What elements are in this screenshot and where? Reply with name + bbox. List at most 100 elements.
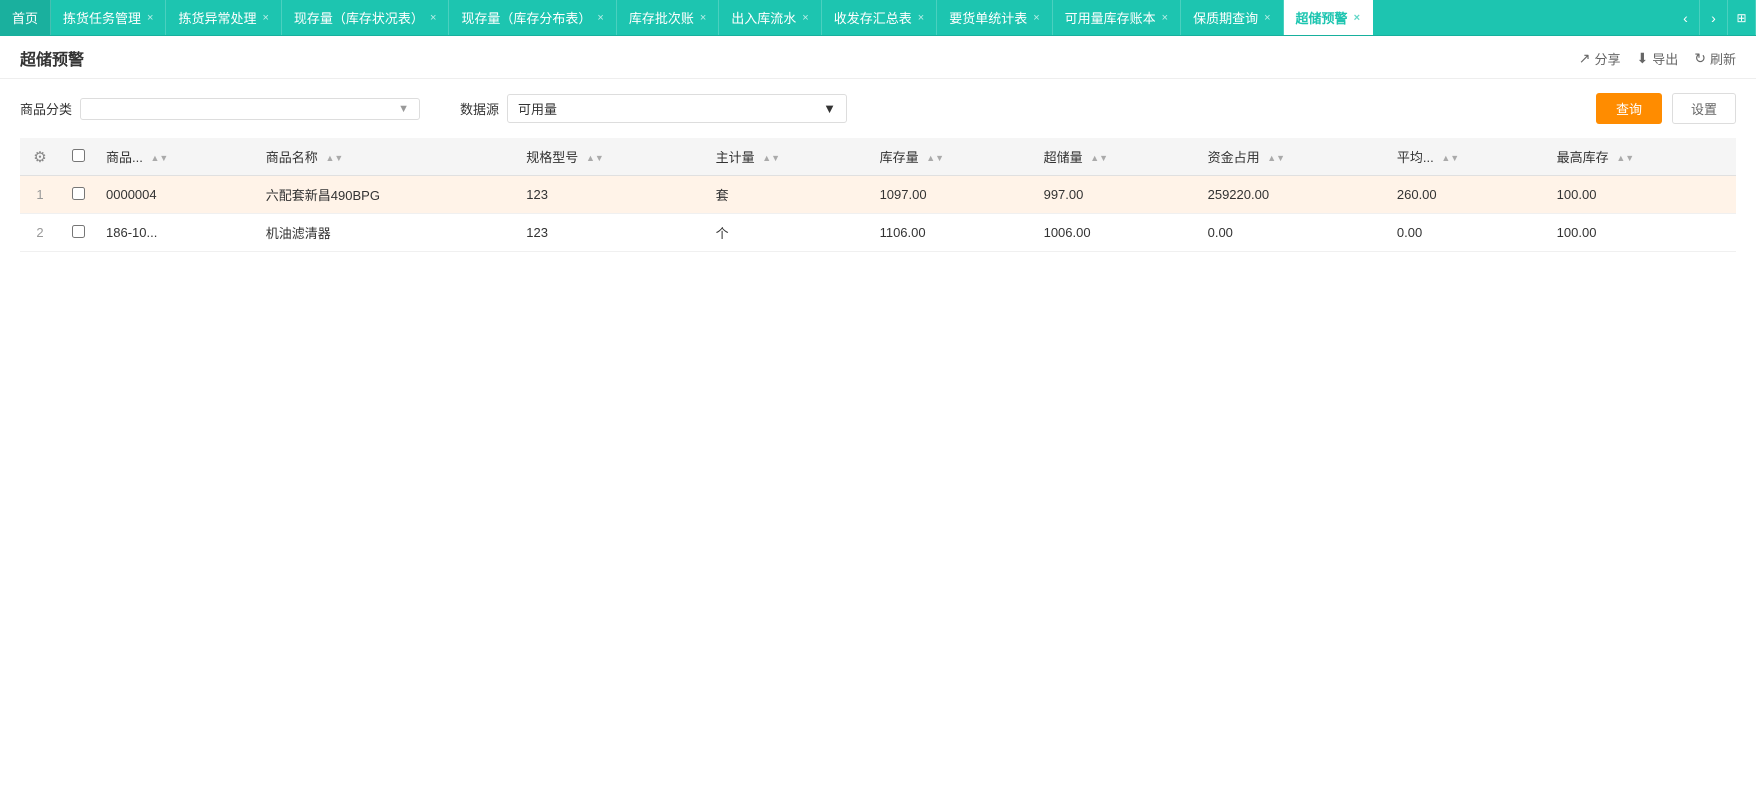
- nav-prev-arrow[interactable]: ‹: [1672, 0, 1700, 35]
- query-button[interactable]: 查询: [1596, 93, 1662, 124]
- row-checkbox: [60, 214, 96, 252]
- product-name-cell: 六配套新昌490BPG: [256, 176, 517, 214]
- refresh-icon: ↻: [1694, 50, 1706, 67]
- col-max-stock-label: 最高库存: [1557, 150, 1609, 165]
- settings-button[interactable]: 设置: [1672, 93, 1736, 124]
- row-number: 1: [20, 176, 60, 214]
- main-table: ⚙ 商品... ▲▼ 商品名称 ▲▼ 规格型号 ▲▼ 主计: [20, 138, 1736, 252]
- row-number: 2: [20, 214, 60, 252]
- nav-item-现存量-库存分布表-[interactable]: 现存量（库存分布表） ×: [449, 0, 616, 35]
- nav-item-拣货异常处理[interactable]: 拣货异常处理×: [166, 0, 281, 35]
- nav-item-close-icon[interactable]: ×: [262, 12, 268, 24]
- nav-item-label: 保质期查询: [1193, 8, 1258, 27]
- filter-area: 商品分类 ▼ 数据源 可用量 ▼ 查询 设置: [0, 79, 1756, 138]
- col-spec-label: 规格型号: [526, 150, 578, 165]
- col-avg-label: 平均...: [1397, 150, 1434, 165]
- select-all-checkbox[interactable]: [72, 149, 85, 162]
- col-capital[interactable]: 资金占用 ▲▼: [1198, 138, 1387, 176]
- nav-item-close-icon[interactable]: ×: [147, 12, 153, 24]
- nav-item-可用量库存账本[interactable]: 可用量库存账本×: [1053, 0, 1181, 35]
- category-select[interactable]: ▼: [80, 98, 420, 120]
- col-stock[interactable]: 库存量 ▲▼: [870, 138, 1034, 176]
- nav-item-保质期查询[interactable]: 保质期查询 ×: [1181, 0, 1283, 35]
- sort-product-name-icon: ▲▼: [325, 154, 343, 163]
- sort-overstock-icon: ▲▼: [1090, 154, 1108, 163]
- table-row: 10000004六配套新昌490BPG123套1097.00997.002592…: [20, 176, 1736, 214]
- nav-next-arrow[interactable]: ›: [1700, 0, 1728, 35]
- sort-avg-icon: ▲▼: [1441, 154, 1459, 163]
- col-spec[interactable]: 规格型号 ▲▼: [516, 138, 705, 176]
- col-overstock[interactable]: 超储量 ▲▼: [1034, 138, 1198, 176]
- nav-item-出入库流水[interactable]: 出入库流水 ×: [719, 0, 821, 35]
- unit-cell: 个: [706, 214, 870, 252]
- table-row: 2186-10...机油滤清器123个1106.001006.000.000.0…: [20, 214, 1736, 252]
- nav-item-close-icon[interactable]: ×: [1264, 12, 1270, 24]
- row-checkbox: [60, 176, 96, 214]
- header-actions: ↗ 分享 ⬇ 导出 ↻ 刷新: [1579, 49, 1736, 68]
- col-avg[interactable]: 平均... ▲▼: [1387, 138, 1547, 176]
- table-container: ⚙ 商品... ▲▼ 商品名称 ▲▼ 规格型号 ▲▼ 主计: [0, 138, 1756, 252]
- share-button[interactable]: ↗ 分享: [1579, 49, 1621, 68]
- avg-cell: 260.00: [1387, 176, 1547, 214]
- row-checkbox-input[interactable]: [72, 187, 85, 200]
- page-header: 超储预警 ↗ 分享 ⬇ 导出 ↻ 刷新: [0, 36, 1756, 79]
- nav-item-label: 拣货任务管理: [63, 8, 141, 27]
- nav-item-label: 收发存汇总表: [834, 8, 912, 27]
- nav-item-label: 首页: [12, 8, 38, 27]
- page-title: 超储预警: [20, 46, 84, 70]
- nav-item-close-icon[interactable]: ×: [700, 12, 706, 24]
- col-product-code[interactable]: 商品... ▲▼: [96, 138, 256, 176]
- top-navigation: 首页拣货任务管理×拣货异常处理×现存量（库存状况表）×现存量（库存分布表）×库存…: [0, 0, 1756, 36]
- nav-item-超储预警[interactable]: 超储预警 ×: [1284, 0, 1373, 35]
- export-icon: ⬇: [1637, 50, 1649, 67]
- spec-cell: 123: [516, 176, 705, 214]
- col-checkbox: [60, 138, 96, 176]
- col-max-stock[interactable]: 最高库存 ▲▼: [1547, 138, 1736, 176]
- col-capital-label: 资金占用: [1208, 150, 1260, 165]
- col-product-name-label: 商品名称: [266, 150, 318, 165]
- product-code-cell: 186-10...: [96, 214, 256, 252]
- spec-cell: 123: [516, 214, 705, 252]
- nav-item-label: 出入库流水: [731, 8, 796, 27]
- unit-cell: 套: [706, 176, 870, 214]
- nav-item-要货单统计表[interactable]: 要货单统计表 ×: [937, 0, 1052, 35]
- nav-item-库存批次账[interactable]: 库存批次账×: [617, 0, 719, 35]
- col-unit[interactable]: 主计量 ▲▼: [706, 138, 870, 176]
- category-select-arrow: ▼: [398, 103, 409, 115]
- nav-item-close-icon[interactable]: ×: [1354, 12, 1360, 24]
- nav-item-label: 超储预警: [1296, 8, 1348, 27]
- nav-item-close-icon[interactable]: ×: [430, 12, 436, 24]
- col-overstock-label: 超储量: [1044, 150, 1083, 165]
- sort-stock-icon: ▲▼: [926, 154, 944, 163]
- nav-item-close-icon[interactable]: ×: [802, 12, 808, 24]
- refresh-button[interactable]: ↻ 刷新: [1694, 49, 1736, 68]
- nav-expand-arrow[interactable]: ⊞: [1728, 0, 1756, 35]
- nav-item-收发存汇总表[interactable]: 收发存汇总表 ×: [822, 0, 937, 35]
- overstock-cell: 1006.00: [1034, 214, 1198, 252]
- nav-item-close-icon[interactable]: ×: [1033, 12, 1039, 24]
- nav-item-close-icon[interactable]: ×: [597, 12, 603, 24]
- row-checkbox-input[interactable]: [72, 225, 85, 238]
- nav-item-拣货任务管理[interactable]: 拣货任务管理 ×: [51, 0, 166, 35]
- stock-cell: 1097.00: [870, 176, 1034, 214]
- max-stock-cell: 100.00: [1547, 214, 1736, 252]
- datasource-select-arrow: ▼: [823, 101, 836, 116]
- datasource-select[interactable]: 可用量 ▼: [507, 94, 847, 123]
- max-stock-cell: 100.00: [1547, 176, 1736, 214]
- col-product-name[interactable]: 商品名称 ▲▼: [256, 138, 517, 176]
- nav-item-close-icon[interactable]: ×: [1162, 12, 1168, 24]
- nav-item-label: 要货单统计表: [949, 8, 1027, 27]
- col-gear: ⚙: [20, 138, 60, 176]
- filter-buttons: 查询 设置: [1596, 93, 1736, 124]
- col-unit-label: 主计量: [716, 150, 755, 165]
- gear-settings-icon[interactable]: ⚙: [33, 149, 46, 166]
- nav-item-现存量-库存状况表-[interactable]: 现存量（库存状况表） ×: [282, 0, 449, 35]
- nav-item-label: 现存量（库存状况表）: [294, 8, 424, 27]
- category-label: 商品分类: [20, 99, 72, 118]
- capital-cell: 0.00: [1198, 214, 1387, 252]
- nav-item-首页[interactable]: 首页: [0, 0, 51, 35]
- nav-item-label: 现存量（库存分布表）: [461, 8, 591, 27]
- product-name-cell: 机油滤清器: [256, 214, 517, 252]
- export-button[interactable]: ⬇ 导出: [1637, 49, 1679, 68]
- nav-item-close-icon[interactable]: ×: [918, 12, 924, 24]
